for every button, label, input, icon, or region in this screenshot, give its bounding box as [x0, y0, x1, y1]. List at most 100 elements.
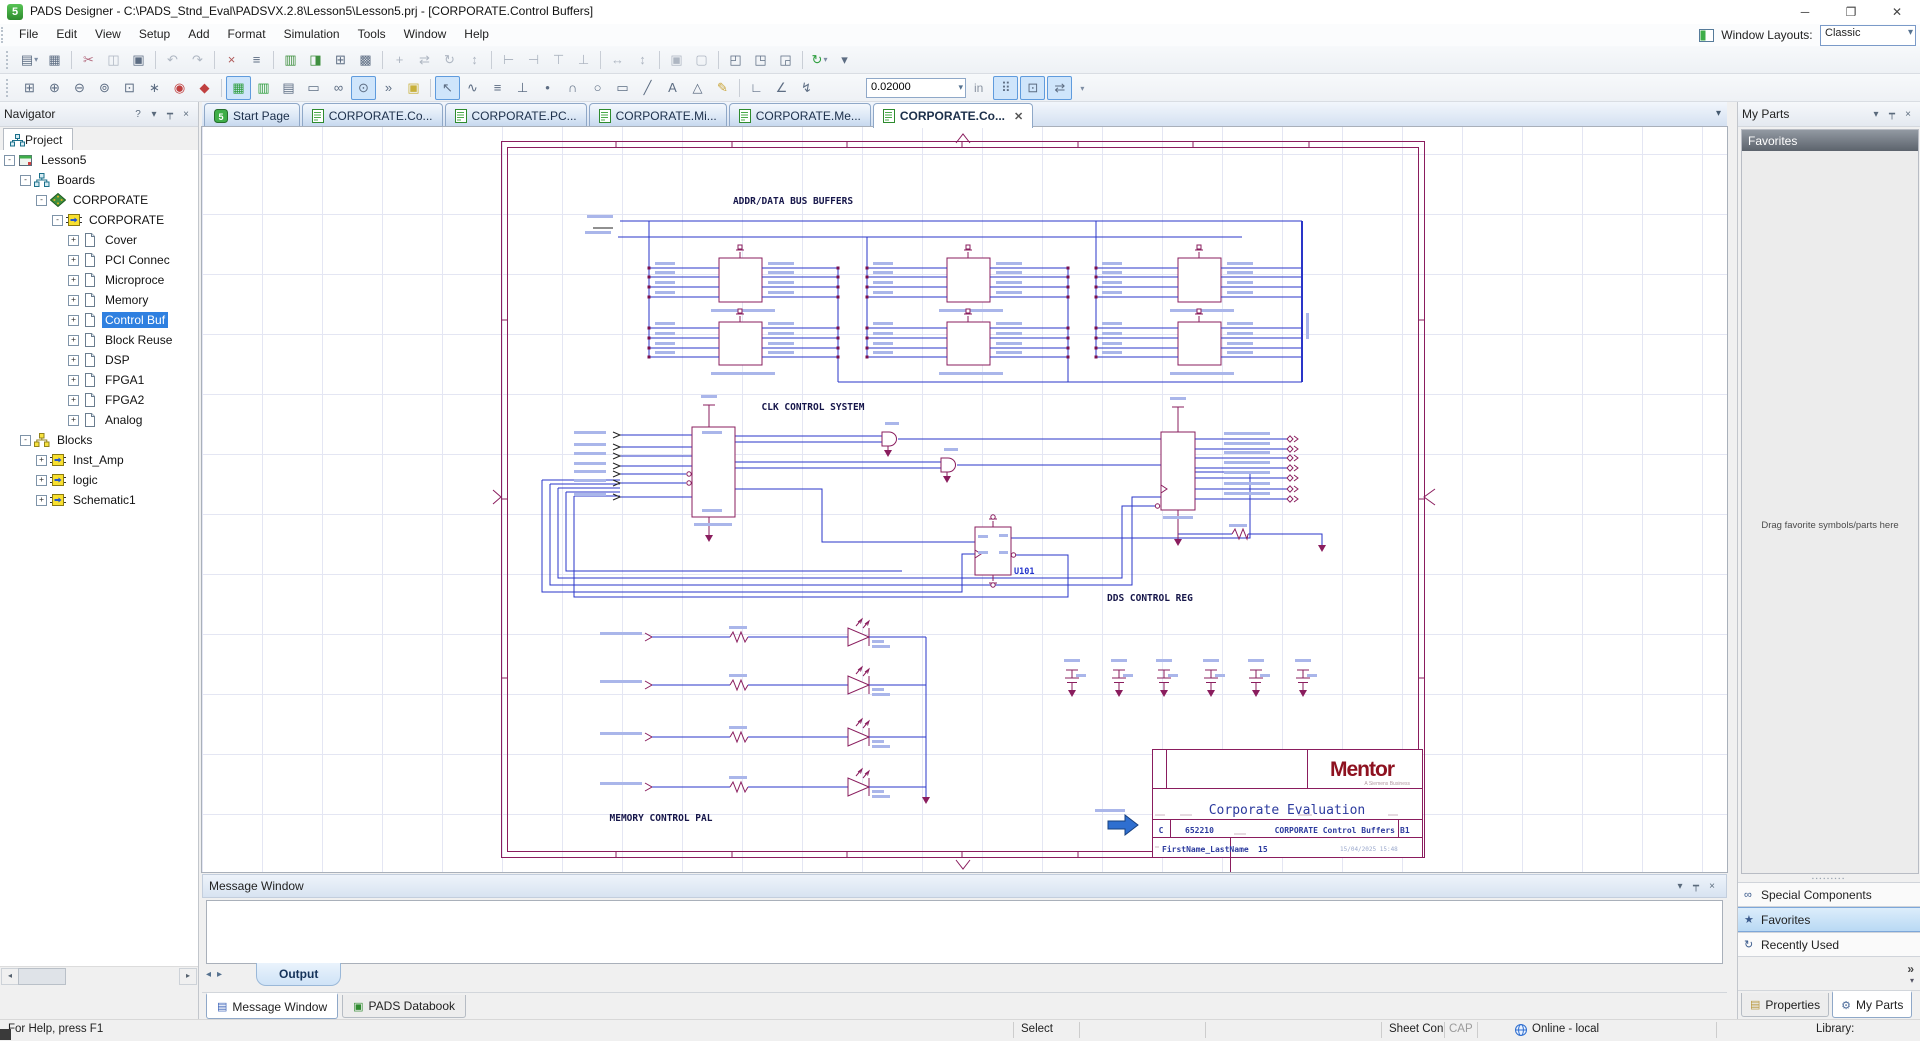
label-dds-control-reg[interactable]: DDS CONTROL REG [1107, 593, 1193, 604]
expand-tools-button[interactable]: » [376, 76, 401, 100]
measurement-toggle-button[interactable]: ⇄ [1047, 76, 1073, 100]
more-groups-icon[interactable]: » [1907, 962, 1914, 976]
grid-spacing-input[interactable] [867, 79, 951, 95]
buffer-ic[interactable] [1177, 257, 1222, 303]
expand-toggle-icon[interactable]: - [36, 194, 47, 206]
add-junction-button[interactable]: • [535, 76, 560, 100]
design-markers-button[interactable]: ◆ [192, 76, 217, 100]
gate[interactable] [940, 457, 956, 473]
gate[interactable] [881, 431, 897, 447]
move-button[interactable]: + [387, 48, 412, 72]
tab-message-window[interactable]: ▤ Message Window [206, 993, 339, 1019]
zoom-fit-button[interactable]: ⊚ [92, 76, 117, 100]
diagonal-mode-button[interactable]: ∠ [769, 76, 794, 100]
label-addr-data-bus-buffers[interactable]: ADDR/DATA BUS BUFFERS [733, 196, 853, 207]
tree-item-schematic1[interactable]: + Schematic1 [0, 490, 198, 510]
tree-item-logic[interactable]: + logic [0, 470, 198, 490]
menu-file[interactable]: File [10, 24, 47, 44]
redline-button[interactable]: ◉ [167, 76, 192, 100]
window-layouts-select[interactable]: Classic ▾ [1820, 25, 1916, 46]
zoom-in-button[interactable]: ⊕ [42, 76, 67, 100]
zoom-window-button[interactable]: ⊡ [117, 76, 142, 100]
tree-item-microproce[interactable]: + Microproce [0, 270, 198, 290]
toolbar2-overflow[interactable]: ▾ [1080, 84, 1084, 93]
menu-help[interactable]: Help [455, 24, 498, 44]
design-boundary-toggle-button[interactable]: ⊡ [1020, 76, 1046, 100]
board-viewer-button[interactable]: ▦ [226, 75, 251, 100]
redo-button[interactable]: ↷ [185, 48, 210, 72]
grid-dots-toggle-button[interactable]: ⠿ [993, 76, 1019, 100]
toolbar-grip[interactable] [6, 50, 12, 69]
chevron-down-icon[interactable]: ▾ [1672, 881, 1688, 892]
schematic-canvas[interactable]: ADDR/DATA BUS BUFFERS CLK CONTROL SYSTEM… [201, 126, 1728, 873]
grid-spacing-combo[interactable]: ▾ [866, 78, 966, 98]
menu-view[interactable]: View [86, 24, 130, 44]
label-clk-control-system[interactable]: CLK CONTROL SYSTEM [762, 402, 865, 413]
more-groups-arrow-icon[interactable]: ▾ [1907, 976, 1914, 985]
tab-project[interactable]: Project [3, 128, 74, 151]
expand-toggle-icon[interactable]: + [68, 234, 79, 246]
copy-button[interactable]: ◫ [101, 48, 126, 72]
chevron-down-icon[interactable]: ▾ [146, 109, 162, 120]
menu-setup[interactable]: Setup [130, 24, 179, 44]
new-document-button[interactable]: ▤ ▾ [17, 48, 42, 72]
tree-item-boards[interactable]: - Boards [0, 170, 198, 190]
tree-item-analog[interactable]: + Analog [0, 410, 198, 430]
align-bottom-button[interactable]: ⊥ [571, 48, 596, 72]
rotate-button[interactable]: ↻ [437, 48, 462, 72]
expand-toggle-icon[interactable]: + [68, 354, 79, 366]
output-scroll-left-icon[interactable]: ◂ [206, 969, 217, 980]
group-special-components[interactable]: ∞ Special Components [1738, 882, 1920, 907]
part-packager-button[interactable]: ⊞ [328, 48, 353, 72]
close-icon[interactable]: × [1704, 881, 1720, 892]
expand-toggle-icon[interactable]: + [68, 334, 79, 346]
toolbar1-overflow-button[interactable]: ▾ [832, 48, 857, 72]
tree-item-memory[interactable]: + Memory [0, 290, 198, 310]
zoom-out-button[interactable]: ⊖ [67, 76, 92, 100]
tree-item-block-reuse[interactable]: + Block Reuse [0, 330, 198, 350]
align-right-button[interactable]: ⊣ [521, 48, 546, 72]
symbol-editor-button[interactable]: ◨ [303, 48, 328, 72]
tab-corporate-mi--3[interactable]: CORPORATE.Mi... [588, 103, 727, 127]
tab-pads-databook[interactable]: ▣ PADS Databook [342, 995, 467, 1018]
minimize-button[interactable]: ─ [1782, 0, 1828, 24]
grid-display-button[interactable]: ⊞ [17, 76, 42, 100]
schematic-editor-button[interactable]: ▥ [278, 48, 303, 72]
clk-controller-ic[interactable] [691, 426, 736, 518]
tree-item-corporate[interactable]: - CORPORATE [0, 190, 198, 210]
highlight-button[interactable]: ▣ [401, 76, 426, 100]
tile-horizontal-button[interactable]: ◳ [748, 48, 773, 72]
buffer-ic[interactable] [718, 321, 763, 366]
group-favorites[interactable]: ★ Favorites [1738, 907, 1920, 932]
add-net-button[interactable]: ∿ [460, 76, 485, 100]
help-icon[interactable]: ? [130, 109, 146, 120]
tree-item-corporate[interactable]: - CORPORATE [0, 210, 198, 230]
tab-my-parts[interactable]: ⚙ My Parts [1832, 991, 1913, 1018]
toolbar-grip[interactable] [6, 78, 12, 97]
any-angle-mode-button[interactable]: ↯ [794, 76, 819, 100]
preview-button[interactable]: ▥ [251, 76, 276, 100]
buffer-ic[interactable] [946, 257, 991, 303]
group-recently-used[interactable]: ↻ Recently Used [1738, 932, 1920, 957]
pcb-interface-button[interactable]: ▩ [353, 48, 378, 72]
selection-filter-button[interactable]: ≡ [244, 48, 269, 72]
refresh-button[interactable]: ↻ ▾ [807, 48, 832, 72]
scroll-right-icon[interactable]: ▸ [179, 968, 197, 985]
navigator-hscrollbar[interactable]: ◂ ▸ [0, 966, 198, 985]
expand-toggle-icon[interactable]: + [36, 494, 47, 506]
menu-format[interactable]: Format [219, 24, 275, 44]
menu-add[interactable]: Add [179, 24, 218, 44]
print-button[interactable]: ▦ [42, 48, 67, 72]
menu-grip[interactable] [1, 27, 7, 43]
ungroup-button[interactable]: ▢ [689, 48, 714, 72]
distribute-horizontal-button[interactable]: ↔ [605, 48, 630, 72]
mirror-button[interactable]: ⇄ [412, 48, 437, 72]
buffer-ic[interactable] [718, 257, 763, 303]
output-scroll-right-icon[interactable]: ▸ [217, 969, 228, 980]
tab-corporate-co--5[interactable]: CORPORATE.Co... ✕ [872, 103, 1034, 128]
tree-item-fpga2[interactable]: + FPGA2 [0, 390, 198, 410]
draw-arc-button[interactable]: ∩ [560, 76, 585, 100]
pin-icon[interactable]: ┯ [1884, 109, 1900, 120]
tab-start-page-0[interactable]: 5 Start Page [204, 103, 300, 127]
pin-icon[interactable]: ┯ [162, 109, 178, 120]
